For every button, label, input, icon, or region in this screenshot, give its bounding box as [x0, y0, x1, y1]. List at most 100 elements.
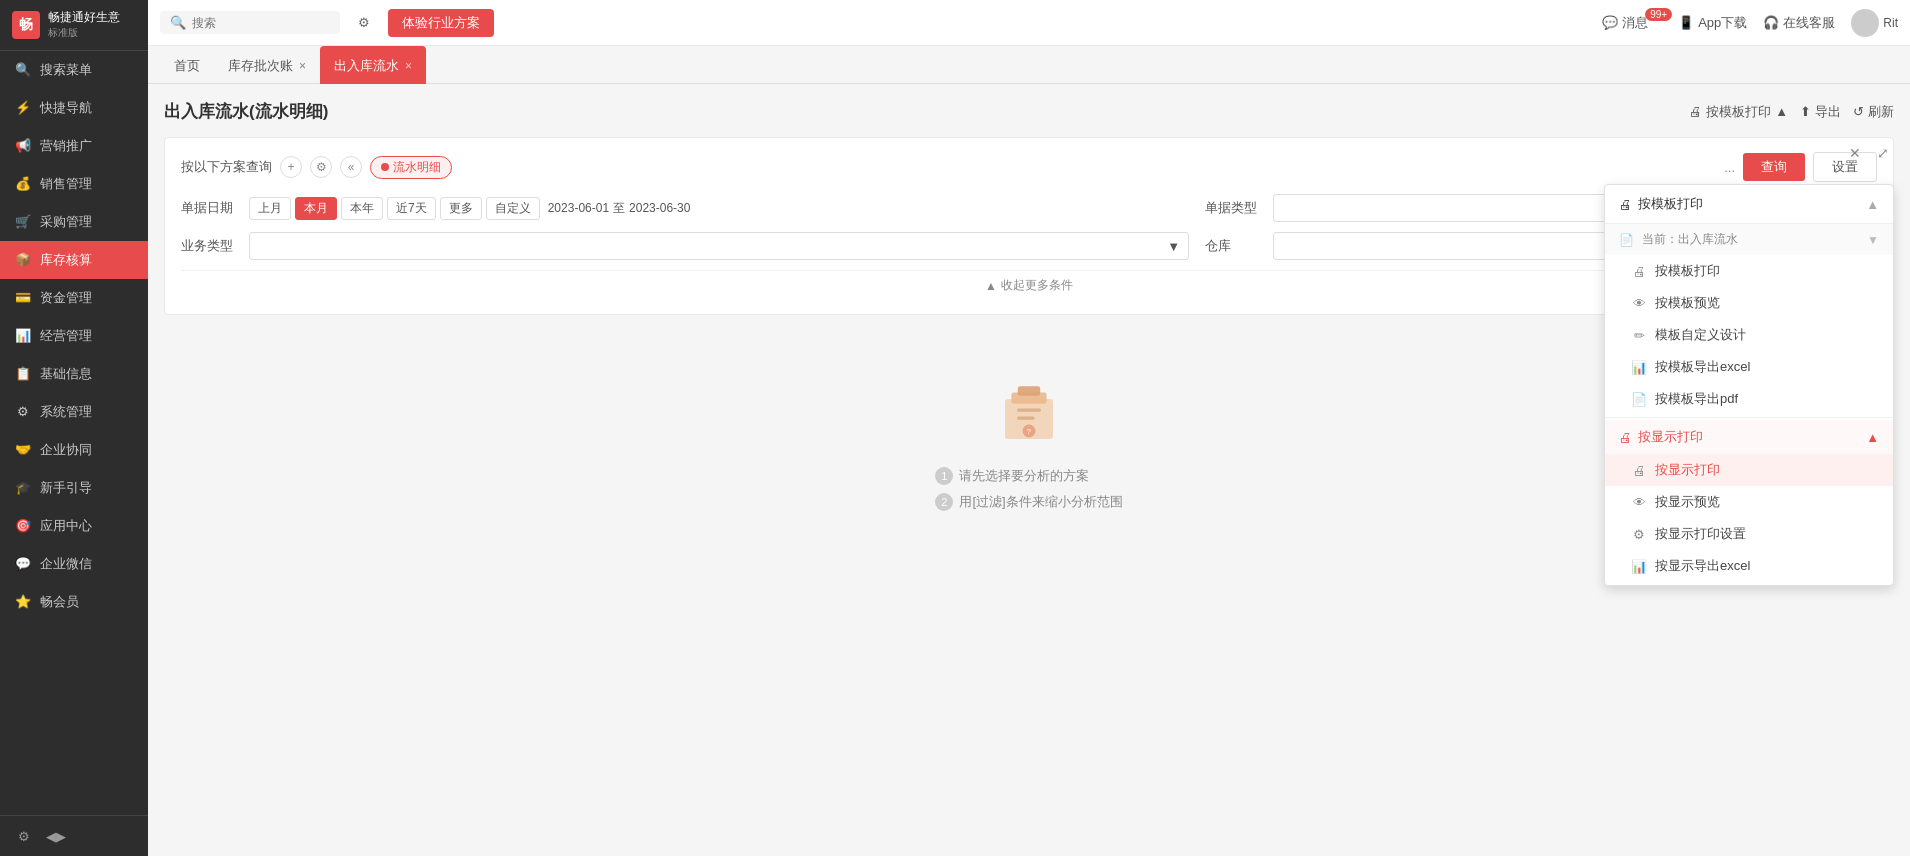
- item-label: 模板自定义设计: [1655, 326, 1746, 344]
- footer-settings-icon[interactable]: ⚙: [14, 826, 34, 846]
- export-btn[interactable]: ⬆ 导出: [1800, 103, 1841, 121]
- design-icon: ✏: [1631, 327, 1647, 343]
- service-icon: 🎧: [1763, 15, 1779, 30]
- window-controls: ✕ ⤢: [1844, 142, 1894, 164]
- dropdown-item-pdf-template[interactable]: 📄 按模板导出pdf: [1605, 383, 1893, 415]
- filter-collapse-btn[interactable]: «: [340, 156, 362, 178]
- window-maximize-btn[interactable]: ⤢: [1872, 142, 1894, 164]
- preview-icon: 👁: [1631, 494, 1647, 510]
- chevron-up-icon[interactable]: ▲: [1866, 197, 1879, 212]
- trial-button[interactable]: 体验行业方案: [388, 9, 494, 37]
- dropdown-item-print-display[interactable]: 🖨 按显示打印: [1605, 454, 1893, 486]
- dropdown-header-label: 按模板打印: [1638, 195, 1703, 213]
- sidebar-item-inventory[interactable]: 📦 库存核算: [0, 241, 148, 279]
- filter-tag[interactable]: 流水明细: [370, 156, 452, 179]
- sidebar-item-operation[interactable]: 📊 经营管理: [0, 317, 148, 355]
- date-to: 2023-06-30: [629, 201, 690, 215]
- printer-icon: 🖨: [1689, 104, 1702, 119]
- dropdown-item-preview-display[interactable]: 👁 按显示预览: [1605, 486, 1893, 518]
- filter-set-btn[interactable]: ⚙: [310, 156, 332, 178]
- empty-illustration: ?: [989, 375, 1069, 455]
- item-label: 按显示导出excel: [1655, 557, 1750, 575]
- message-btn[interactable]: 💬 消息 99+: [1602, 14, 1662, 32]
- sidebar-item-purchase[interactable]: 🛒 采购管理: [0, 203, 148, 241]
- biz-type-select[interactable]: ▼: [249, 232, 1189, 260]
- sidebar: 畅 畅捷通好生意 标准版 🔍 搜索菜单 ⚡ 快捷导航 📢 营销推广 💰 销售管理…: [0, 0, 148, 856]
- sidebar-item-marketing[interactable]: 📢 营销推广: [0, 127, 148, 165]
- date-this-month-btn[interactable]: 本月: [295, 197, 337, 220]
- date-7days-btn[interactable]: 近7天: [387, 197, 436, 220]
- chevron-up-icon: ▲: [1866, 430, 1879, 445]
- inventory-icon: 📦: [14, 251, 32, 269]
- page-header: 出入库流水(流水明细) 🖨 按模板打印 ▲ ⬆ 导出 ↺ 刷新: [164, 100, 1894, 123]
- sidebar-item-quick-nav[interactable]: ⚡ 快捷导航: [0, 89, 148, 127]
- dropdown-item-pdf-display[interactable]: 📄 按显示导出pdf: [1605, 582, 1893, 585]
- dropdown-item-print-template[interactable]: 🖨 按模板打印: [1605, 255, 1893, 287]
- tab-home[interactable]: 首页: [160, 46, 214, 84]
- footer-collapse-icon[interactable]: ◀▶: [46, 826, 66, 846]
- window-close-btn[interactable]: ✕: [1844, 142, 1866, 164]
- chevron-up-icon: ▲: [985, 279, 997, 293]
- chevron-up-icon: ▲: [1775, 104, 1788, 119]
- sidebar-item-wechat[interactable]: 💬 企业微信: [0, 545, 148, 583]
- filter-add-btn[interactable]: +: [280, 156, 302, 178]
- excel-icon: 📊: [1631, 359, 1647, 375]
- sidebar-item-sales[interactable]: 💰 销售管理: [0, 165, 148, 203]
- print-template-btn[interactable]: 🖨 按模板打印 ▲: [1689, 103, 1788, 121]
- sidebar-item-guide[interactable]: 🎓 新手引导: [0, 469, 148, 507]
- sidebar-item-basic[interactable]: 📋 基础信息: [0, 355, 148, 393]
- user-profile[interactable]: Rit: [1851, 9, 1898, 37]
- svg-rect-3: [1017, 409, 1041, 412]
- search-box[interactable]: 🔍: [160, 11, 340, 34]
- search-input[interactable]: [192, 16, 312, 30]
- sidebar-item-label: 搜索菜单: [40, 61, 92, 79]
- sidebar-item-label: 销售管理: [40, 175, 92, 193]
- biz-type-chevron: ▼: [1167, 239, 1180, 254]
- app-download-btn[interactable]: 📱 App下载: [1678, 14, 1747, 32]
- sidebar-item-member[interactable]: ⭐ 畅会员: [0, 583, 148, 621]
- print-icon: 🖨: [1631, 462, 1647, 478]
- member-icon: ⭐: [14, 593, 32, 611]
- tab-batch-label: 库存批次账: [228, 57, 293, 75]
- sidebar-item-label: 畅会员: [40, 593, 79, 611]
- date-this-year-btn[interactable]: 本年: [341, 197, 383, 220]
- sidebar-item-system[interactable]: ⚙ 系统管理: [0, 393, 148, 431]
- tab-batch-account[interactable]: 库存批次账 ×: [214, 46, 320, 84]
- online-service-btn[interactable]: 🎧 在线客服: [1763, 14, 1835, 32]
- display-section-header[interactable]: 🖨 按显示打印 ▲: [1605, 420, 1893, 454]
- sidebar-item-label: 企业协同: [40, 441, 92, 459]
- dropdown-item-preview-template[interactable]: 👁 按模板预览: [1605, 287, 1893, 319]
- dropdown-current[interactable]: 📄 当前：出入库流水 ▼: [1605, 224, 1893, 255]
- sidebar-item-collab[interactable]: 🤝 企业协同: [0, 431, 148, 469]
- empty-hint-2: 2 用[过滤]条件来缩小分析范围: [935, 493, 1122, 511]
- date-custom-btn[interactable]: 自定义: [486, 197, 540, 220]
- date-more-btn[interactable]: 更多: [440, 197, 482, 220]
- app-icon: 📱: [1678, 15, 1694, 30]
- refresh-btn[interactable]: ↺ 刷新: [1853, 103, 1894, 121]
- page-title: 出入库流水(流水明细): [164, 100, 328, 123]
- sidebar-item-label: 经营管理: [40, 327, 92, 345]
- dropdown-item-print-settings-display[interactable]: ⚙ 按显示打印设置: [1605, 518, 1893, 550]
- date-prev-month-btn[interactable]: 上月: [249, 197, 291, 220]
- more-actions-icon[interactable]: ...: [1724, 160, 1735, 175]
- current-label: 当前：出入库流水: [1642, 231, 1738, 248]
- dropdown-item-excel-display[interactable]: 📊 按显示导出excel: [1605, 550, 1893, 582]
- doc-type-label: 单据类型: [1205, 199, 1265, 217]
- dropdown-item-custom-template[interactable]: ✏ 模板自定义设计: [1605, 319, 1893, 351]
- guide-icon: 🎓: [14, 479, 32, 497]
- tab-flow[interactable]: 出入库流水 ×: [320, 46, 426, 84]
- gear-icon[interactable]: ⚙: [350, 9, 378, 37]
- current-arrow: ▼: [1867, 233, 1879, 247]
- collab-icon: 🤝: [14, 441, 32, 459]
- query-btn[interactable]: 查询: [1743, 153, 1805, 181]
- tab-close-batch[interactable]: ×: [299, 59, 306, 73]
- tab-close-flow[interactable]: ×: [405, 59, 412, 73]
- sidebar-item-search[interactable]: 🔍 搜索菜单: [0, 51, 148, 89]
- date-label: 单据日期: [181, 199, 241, 217]
- sidebar-item-finance[interactable]: 💳 资金管理: [0, 279, 148, 317]
- sidebar-item-apps[interactable]: 🎯 应用中心: [0, 507, 148, 545]
- sidebar-item-label: 库存核算: [40, 251, 92, 269]
- svg-text:?: ?: [1027, 427, 1032, 436]
- print-dropdown-panel: 🖨 按模板打印 ▲ 📄 当前：出入库流水 ▼ 🖨 按模板打印: [1604, 184, 1894, 586]
- dropdown-item-excel-template[interactable]: 📊 按模板导出excel: [1605, 351, 1893, 383]
